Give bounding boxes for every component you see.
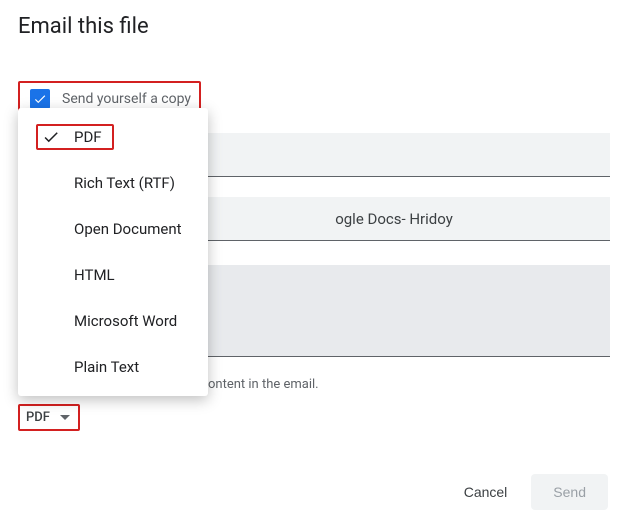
format-selected-label: PDF <box>26 410 50 425</box>
checkbox-label: Send yourself a copy <box>62 91 191 107</box>
menu-item-label: Open Document <box>74 220 182 238</box>
format-menu: PDF Rich Text (RTF) Open Document HTML M… <box>18 108 208 396</box>
chevron-down-icon <box>60 415 70 420</box>
check-icon <box>42 128 64 146</box>
menu-item-html[interactable]: HTML <box>18 252 208 298</box>
checkbox-icon <box>30 89 50 109</box>
menu-item-pdf[interactable]: PDF <box>18 114 208 160</box>
menu-item-odt[interactable]: Open Document <box>18 206 208 252</box>
menu-item-label: Plain Text <box>74 358 139 376</box>
dialog-actions: Cancel Send <box>450 474 608 510</box>
menu-item-label: Rich Text (RTF) <box>74 174 175 192</box>
subject-value: ogle Docs- Hridoy <box>335 210 453 228</box>
cancel-button[interactable]: Cancel <box>450 474 522 510</box>
menu-item-label: HTML <box>74 266 115 284</box>
dialog-title: Email this file <box>18 14 606 39</box>
menu-item-rtf[interactable]: Rich Text (RTF) <box>18 160 208 206</box>
format-dropdown[interactable]: PDF <box>18 404 80 431</box>
hint-text: ontent in the email. <box>208 377 606 392</box>
menu-item-label: PDF <box>74 128 102 146</box>
menu-item-txt[interactable]: Plain Text <box>18 344 208 390</box>
menu-item-docx[interactable]: Microsoft Word <box>18 298 208 344</box>
menu-item-label: Microsoft Word <box>74 312 177 330</box>
send-button[interactable]: Send <box>531 474 608 510</box>
